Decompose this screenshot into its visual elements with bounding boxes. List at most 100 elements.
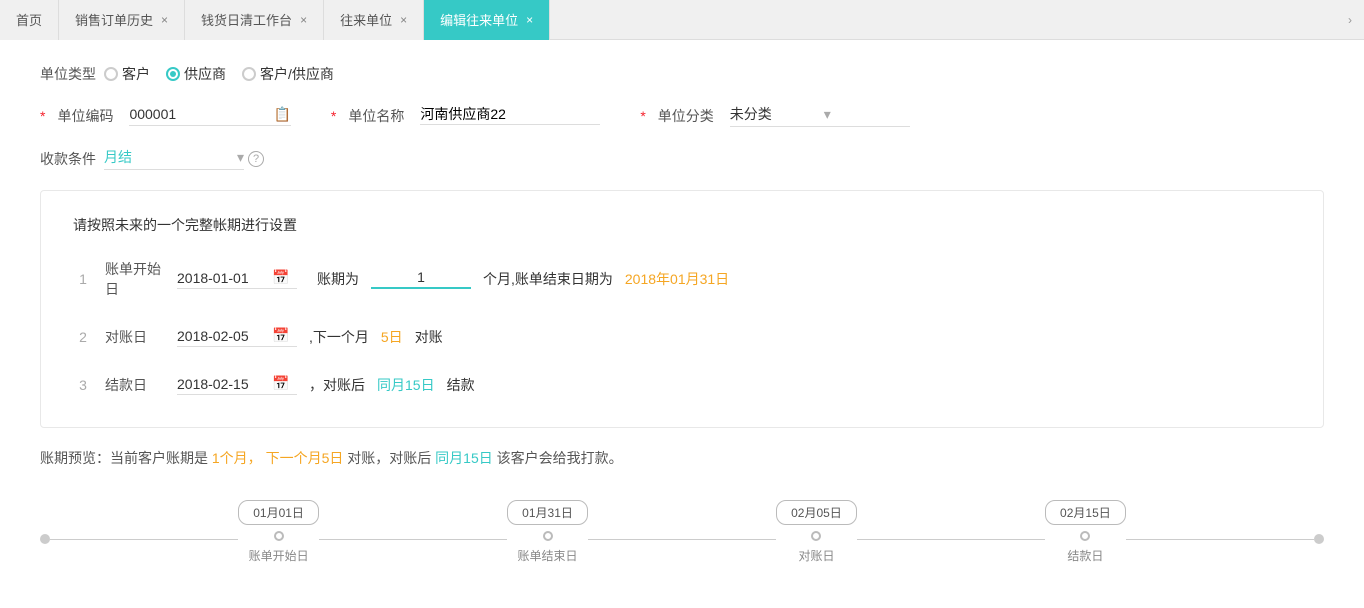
preview-part1: 1个月，	[212, 450, 262, 466]
setting-row-3: 3 结款日 📅 ，对账后同月15日 结款	[73, 375, 1291, 395]
row-label-2: 对账日	[105, 327, 165, 347]
timeline-pill-1: 01月31日	[507, 500, 588, 525]
tab-close-edit-partner[interactable]: ×	[526, 13, 533, 27]
payment-date-input[interactable]	[177, 376, 272, 392]
timeline-line-seg-3	[857, 539, 1045, 540]
timeline-start-dot	[40, 534, 50, 544]
unit-category-select[interactable]: 未分类 ▾	[730, 104, 910, 127]
tab-home[interactable]: 首页	[0, 0, 59, 40]
radio-customer[interactable]: 客户	[104, 64, 150, 84]
payment-terms-label: 收款条件	[40, 149, 96, 169]
unit-code-label: 单位编码	[57, 106, 113, 126]
unit-type-radio-group: 客户 供应商 客户/供应商	[104, 64, 334, 84]
tab-sales-history[interactable]: 销售订单历史 ×	[59, 0, 185, 40]
preview-label: 账期预览：当前客户账期是	[40, 450, 208, 466]
unit-name-required: *	[331, 108, 336, 124]
timeline-node-3: 02月15日 结款日	[1045, 500, 1126, 564]
tabs-arrow[interactable]: ›	[1336, 13, 1364, 27]
row-label-1: 账单开始日	[105, 259, 165, 299]
reconcile-date-input[interactable]	[177, 328, 272, 344]
preview-text: 账期预览：当前客户账期是 1个月， 下一个月5日 对账，对账后 同月15日 该客…	[40, 448, 1324, 468]
unit-code-field[interactable]: 📋	[129, 106, 290, 126]
preview-part2: 下一个月5日	[266, 450, 344, 466]
tabs-bar: 首页 销售订单历史 × 钱货日清工作台 × 往来单位 × 编辑往来单位 × ›	[0, 0, 1364, 40]
radio-circle-supplier	[166, 67, 180, 81]
section-title: 请按照未来的一个完整帐期进行设置	[73, 215, 1291, 235]
payment-suffix-postfix: 结款	[447, 375, 475, 395]
start-date-field[interactable]: 📅	[177, 269, 297, 289]
timeline-dot-0	[274, 531, 284, 541]
setting-row-1: 1 账单开始日 📅 账期为 个月,账单结束日期为 2018年01月31日	[73, 259, 1291, 299]
row-number-1: 1	[73, 271, 93, 287]
timeline-label-2: 对账日	[798, 547, 834, 564]
row-label-3: 结款日	[105, 375, 165, 395]
row-number-3: 3	[73, 377, 93, 393]
payment-suffix-highlight: 同月15日	[377, 375, 435, 395]
start-date-input[interactable]	[177, 270, 272, 286]
tab-close-cashflow[interactable]: ×	[300, 13, 307, 27]
preview-middle: 对账，对账后	[347, 450, 431, 466]
radio-label-customer-supplier: 客户/供应商	[260, 64, 334, 84]
timeline-label-3: 结款日	[1067, 547, 1103, 564]
end-date-highlight: 2018年01月31日	[625, 269, 729, 289]
timeline-node-1: 01月31日 账单结束日	[507, 500, 588, 564]
unit-category-arrow-icon: ▾	[824, 106, 910, 123]
unit-category-required: *	[640, 108, 645, 124]
timeline-node-0: 01月01日 账单开始日	[238, 500, 319, 564]
radio-circle-customer	[104, 67, 118, 81]
period-label: 账期为	[317, 269, 359, 289]
period-input[interactable]	[371, 269, 471, 289]
timeline-label-0: 账单开始日	[249, 547, 309, 564]
timeline-line-seg-2	[588, 539, 776, 540]
unit-code-required: *	[40, 108, 45, 124]
timeline-dot-2	[811, 531, 821, 541]
tab-edit-partner[interactable]: 编辑往来单位 ×	[424, 0, 550, 40]
payment-suffix-prefix: ，对账后	[309, 375, 365, 395]
timeline-line-seg-4	[1126, 539, 1314, 540]
timeline-end-dot	[1314, 534, 1324, 544]
timeline-line-seg-1	[319, 539, 507, 540]
timeline-pill-2: 02月05日	[776, 500, 857, 525]
settings-section: 请按照未来的一个完整帐期进行设置 1 账单开始日 📅 账期为 个月,账单结束日期…	[40, 190, 1324, 428]
unit-name-input[interactable]	[420, 106, 600, 124]
reconcile-suffix-highlight: 5日	[381, 327, 403, 347]
unit-name-label: 单位名称	[348, 106, 404, 126]
reconcile-date-field[interactable]: 📅	[177, 327, 297, 347]
radio-supplier[interactable]: 供应商	[166, 64, 226, 84]
radio-customer-supplier[interactable]: 客户/供应商	[242, 64, 334, 84]
unit-code-input[interactable]	[129, 106, 269, 122]
timeline-line-seg-0	[50, 539, 238, 540]
payment-date-field[interactable]: 📅	[177, 375, 297, 395]
timeline: 01月01日 账单开始日 01月31日 账单结束日 02月05日 对账日 02月…	[40, 500, 1324, 564]
timeline-dot-1	[543, 531, 553, 541]
unit-category-label: 单位分类	[658, 106, 714, 126]
reconcile-suffix-prefix: ,下一个月	[309, 327, 369, 347]
radio-label-supplier: 供应商	[184, 64, 226, 84]
timeline-node-2: 02月05日 对账日	[776, 500, 857, 564]
unit-category-value: 未分类	[730, 104, 816, 124]
help-icon[interactable]: ?	[248, 151, 264, 167]
calendar-icon-2[interactable]: 📅	[272, 327, 289, 344]
setting-row-2: 2 对账日 📅 ,下一个月 5日 对账	[73, 327, 1291, 347]
period-suffix: 个月,账单结束日期为	[483, 269, 613, 289]
unit-type-label: 单位类型	[40, 64, 96, 84]
copy-icon[interactable]: 📋	[273, 106, 290, 123]
tab-partners[interactable]: 往来单位 ×	[324, 0, 424, 40]
payment-terms-select[interactable]: 月结 ▾	[104, 147, 244, 170]
preview-end: 该客户会给我打款。	[497, 450, 623, 466]
radio-circle-customer-supplier	[242, 67, 256, 81]
tab-cashflow[interactable]: 钱货日清工作台 ×	[185, 0, 324, 40]
tab-close-partners[interactable]: ×	[400, 13, 407, 27]
calendar-icon-3[interactable]: 📅	[272, 375, 289, 392]
calendar-icon-1[interactable]: 📅	[272, 269, 289, 286]
tab-close-sales-history[interactable]: ×	[161, 13, 168, 27]
timeline-label-1: 账单结束日	[518, 547, 578, 564]
row-number-2: 2	[73, 329, 93, 345]
payment-terms-value: 月结	[104, 147, 237, 167]
timeline-dot-3	[1080, 531, 1090, 541]
preview-part3: 同月15日	[435, 450, 493, 466]
timeline-pill-0: 01月01日	[238, 500, 319, 525]
timeline-pill-3: 02月15日	[1045, 500, 1126, 525]
reconcile-suffix-postfix: 对账	[415, 327, 443, 347]
payment-terms-arrow-icon: ▾	[237, 149, 244, 166]
